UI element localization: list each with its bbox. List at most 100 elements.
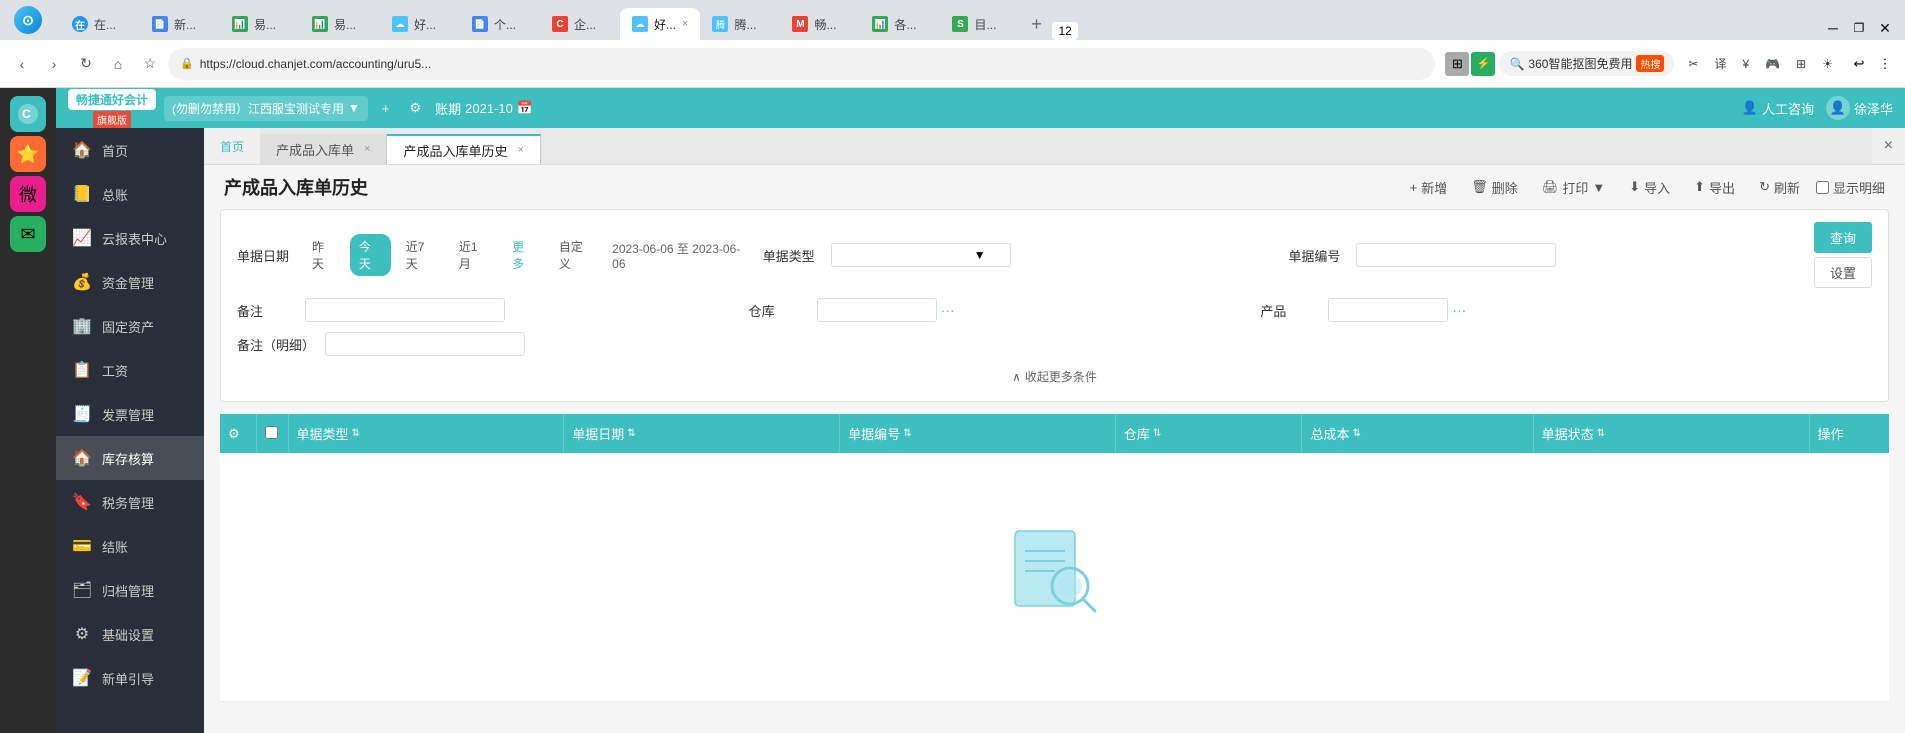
window-minimize-button[interactable]: ─: [1821, 16, 1845, 40]
ai-consult-btn[interactable]: 👤 人工咨询: [1742, 99, 1814, 118]
show-fields-checkbox[interactable]: [1816, 181, 1829, 194]
nav-item-checkout[interactable]: 💳 结账: [56, 524, 204, 568]
nav-item-basic[interactable]: ⚙ 基础设置: [56, 612, 204, 656]
period-calendar-icon[interactable]: 📅: [517, 100, 533, 116]
browser-tab-8[interactable]: ☁ 好... ×: [620, 8, 700, 40]
nav-item-tax[interactable]: 🔖 税务管理: [56, 480, 204, 524]
nav-item-salary[interactable]: 📋 工资: [56, 348, 204, 392]
bill-number-input[interactable]: [1356, 243, 1556, 267]
add-company-btn[interactable]: +: [376, 99, 396, 118]
date-btn-today[interactable]: 今天: [350, 234, 391, 276]
speed-icon[interactable]: ⚡: [1471, 52, 1495, 76]
browser-tab-1[interactable]: 在 在...: [60, 8, 140, 40]
new-tab-button[interactable]: +: [1020, 8, 1052, 40]
import-button[interactable]: ⬇ 导入: [1621, 174, 1678, 201]
date-btn-custom[interactable]: 自定义: [550, 234, 602, 276]
warehouse-input[interactable]: [817, 298, 937, 322]
col-bill-type[interactable]: 单据类型 ⇅: [288, 414, 564, 453]
app-icon-pink[interactable]: 微: [10, 176, 46, 212]
back-button[interactable]: ‹: [8, 50, 36, 78]
product-input[interactable]: [1328, 298, 1448, 322]
col-bill-date[interactable]: 单据日期 ⇅: [564, 414, 840, 453]
reload-button[interactable]: ↻: [72, 50, 100, 78]
content-tab-bill-history[interactable]: 产成品入库单历史 ×: [387, 134, 540, 164]
app-icon-orange[interactable]: ⭐: [10, 136, 46, 172]
nav-item-inventory[interactable]: 🏠 库存核算: [56, 436, 204, 480]
col-gear[interactable]: ⚙: [220, 414, 256, 453]
company-selector[interactable]: (勿删勿禁用）江西服宝测试专用 ▼: [164, 96, 368, 121]
date-btn-7days[interactable]: 近7天: [397, 234, 444, 276]
collapse-button[interactable]: ∧ 收起更多条件: [1008, 364, 1101, 389]
app-icon-green[interactable]: ✉: [10, 216, 46, 252]
extensions-icon[interactable]: ⊞: [1445, 52, 1469, 76]
bill-type-dropdown[interactable]: ▼: [831, 243, 1011, 267]
nav-item-home[interactable]: 🏠 首页: [56, 128, 204, 172]
content-area-close[interactable]: ×: [1872, 137, 1905, 155]
select-all-checkbox[interactable]: [265, 426, 278, 439]
note-detail-input[interactable]: [325, 332, 525, 356]
content-tab-2-close[interactable]: ×: [517, 144, 523, 156]
wallet-btn[interactable]: ¥: [1737, 53, 1756, 75]
col-bill-status[interactable]: 单据状态 ⇅: [1533, 414, 1809, 453]
col-warehouse[interactable]: 仓库 ⇅: [1115, 414, 1302, 453]
content-tab-1-close[interactable]: ×: [364, 143, 370, 155]
brightness-btn[interactable]: ☀: [1816, 53, 1839, 75]
browser-tab-10[interactable]: M 畅...: [780, 8, 860, 40]
note-input[interactable]: [305, 298, 505, 322]
date-btn-yesterday[interactable]: 昨天: [303, 234, 344, 276]
browser-tab-5[interactable]: ☁ 好...: [380, 8, 460, 40]
window-close-button[interactable]: ✕: [1873, 16, 1897, 40]
home-button[interactable]: ⌂: [104, 50, 132, 78]
product-more-icon[interactable]: ···: [1452, 302, 1466, 318]
translate-btn[interactable]: 译: [1709, 51, 1733, 76]
col-bill-number[interactable]: 单据编号 ⇅: [840, 414, 1116, 453]
query-button[interactable]: 查询: [1814, 222, 1872, 253]
tab-6-icon: 📄: [472, 16, 488, 32]
nav-item-newbill[interactable]: 📝 新单引导: [56, 656, 204, 700]
nav-item-reports[interactable]: 📈 云报表中心: [56, 216, 204, 260]
browser-tab-6[interactable]: 📄 个...: [460, 8, 540, 40]
app-icon-chanjet[interactable]: C: [10, 96, 46, 132]
print-button[interactable]: 🖨 打印 ▼: [1534, 174, 1613, 201]
user-profile-btn[interactable]: 👤 徐泽华: [1826, 96, 1893, 120]
nav-item-fixed[interactable]: 🏢 固定资产: [56, 304, 204, 348]
nav-item-ledger[interactable]: 📒 总账: [56, 172, 204, 216]
tab-count-badge[interactable]: 12: [1052, 22, 1077, 40]
browser-more-btn[interactable]: ⋮: [1873, 52, 1897, 76]
browser-tab-11[interactable]: 📊 各...: [860, 8, 940, 40]
browser-search-box[interactable]: 🔍 360智能抠图免费用 热搜: [1499, 51, 1674, 76]
tab-8-close[interactable]: ×: [682, 18, 688, 30]
invoice-icon: 🧾: [72, 404, 92, 424]
show-fields-checkbox-label[interactable]: 显示明细: [1816, 178, 1885, 197]
setting-button[interactable]: 设置: [1814, 257, 1872, 288]
browser-tab-12[interactable]: S 目...: [940, 8, 1020, 40]
col-checkbox[interactable]: [256, 414, 288, 453]
col-total-cost[interactable]: 总成本 ⇅: [1302, 414, 1533, 453]
browser-tab-4[interactable]: 📊 易...: [300, 8, 380, 40]
browser-settings-btn[interactable]: ↩: [1847, 52, 1871, 76]
date-btn-more[interactable]: 更多: [503, 234, 544, 276]
delete-button[interactable]: 🗑 删除: [1463, 174, 1526, 201]
add-button[interactable]: + 新增: [1402, 174, 1456, 201]
breadcrumb-home[interactable]: 首页: [220, 138, 244, 155]
grid-btn[interactable]: ⊞: [1790, 53, 1812, 75]
warehouse-more-icon[interactable]: ···: [941, 302, 955, 318]
scissors-btn[interactable]: ✂: [1682, 53, 1704, 75]
window-restore-button[interactable]: ❐: [1847, 16, 1871, 40]
browser-tab-3[interactable]: 📊 易...: [220, 8, 300, 40]
nav-item-invoice[interactable]: 🧾 发票管理: [56, 392, 204, 436]
browser-tab-9[interactable]: 腾 腾...: [700, 8, 780, 40]
nav-item-finance[interactable]: 💰 资金管理: [56, 260, 204, 304]
forward-button[interactable]: ›: [40, 50, 68, 78]
content-tab-bill-list[interactable]: 产成品入库单 ×: [260, 134, 387, 164]
settings-btn[interactable]: ⚙: [404, 98, 428, 118]
export-button[interactable]: ⬆ 导出: [1686, 174, 1743, 201]
game-btn[interactable]: 🎮: [1759, 53, 1786, 75]
date-btn-1month[interactable]: 近1月: [450, 234, 497, 276]
bookmark-button[interactable]: ☆: [136, 50, 164, 78]
browser-tab-7[interactable]: C 企...: [540, 8, 620, 40]
browser-tab-2[interactable]: 📄 新...: [140, 8, 220, 40]
nav-item-archive[interactable]: 🗂 归档管理: [56, 568, 204, 612]
url-bar[interactable]: 🔒 https://cloud.chanjet.com/accounting/u…: [168, 48, 1435, 80]
refresh-button[interactable]: ↻ 刷新: [1751, 174, 1808, 201]
